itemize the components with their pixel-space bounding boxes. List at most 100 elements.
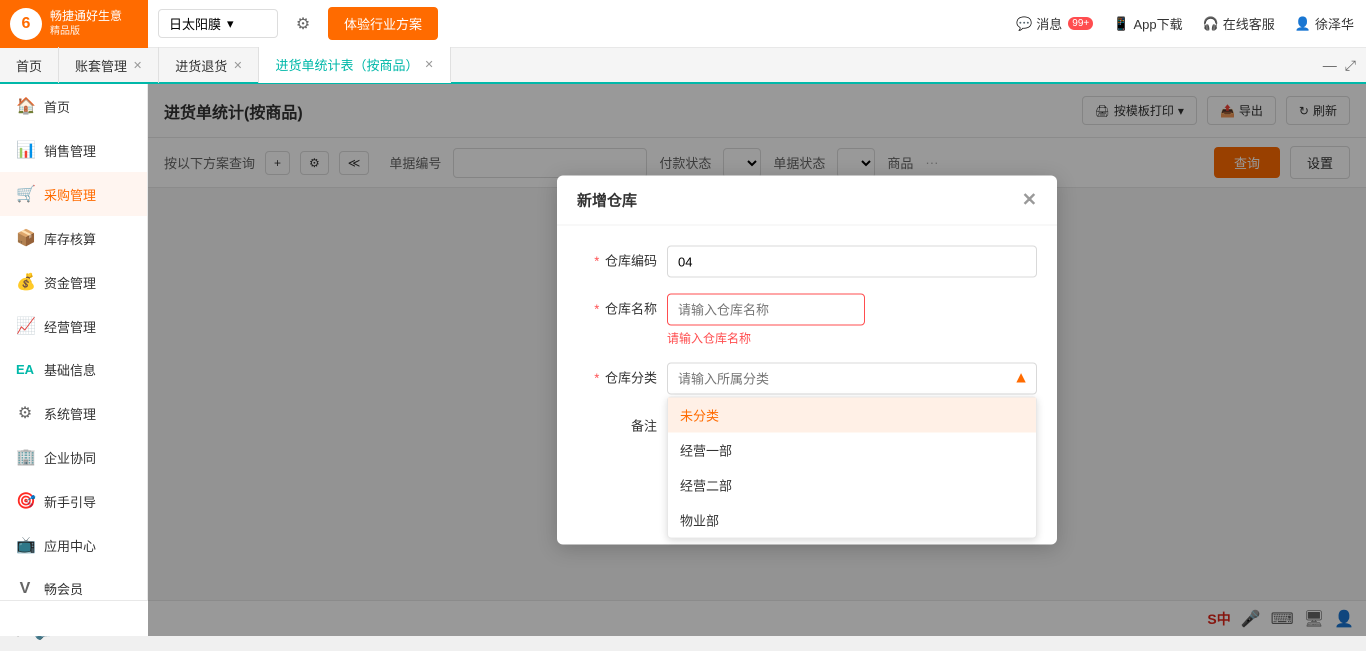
sidebar-item-home-label: 首页 [44, 97, 70, 116]
sidebar-item-app-center-label: 应用中心 [44, 536, 96, 555]
tab-home-label: 首页 [16, 56, 42, 75]
tab-purchase-return-label: 进货退货 [175, 56, 227, 75]
headset-icon: 🎧 [1203, 16, 1219, 32]
warehouse-code-input[interactable] [667, 246, 1037, 278]
finance-icon: 💰 [16, 272, 34, 292]
tab-bar-actions: — ⤢ [1323, 57, 1366, 74]
category-select-wrapper: ▲ 未分类 经营一部 经营二部 物业部 [667, 363, 1037, 395]
note-label: 备注 [577, 411, 657, 443]
name-label: * 仓库名称 [577, 294, 657, 326]
inventory-icon: 📦 [16, 228, 34, 248]
basic-info-icon: EA [16, 362, 34, 377]
dialog-title: 新增仓库 [577, 190, 637, 211]
sidebar-item-guide-label: 新手引导 [44, 492, 96, 511]
membership-icon: V [16, 580, 34, 598]
dropdown-item-dept2[interactable]: 经营二部 [668, 468, 1036, 503]
store-name: 日太阳膜 [169, 14, 221, 33]
tab-home[interactable]: 首页 [0, 47, 59, 83]
message-button[interactable]: 💬 消息 99+ [1016, 14, 1093, 33]
sales-icon: 📊 [16, 140, 34, 160]
phone-icon: 📱 [1113, 16, 1129, 32]
sidebar-item-operations[interactable]: 📈 经营管理 [0, 304, 147, 348]
tab-purchase-return[interactable]: 进货退货 ✕ [159, 47, 259, 83]
dropdown-item-uncategorized[interactable]: 未分类 [668, 398, 1036, 433]
message-icon: 💬 [1016, 16, 1032, 32]
name-field-row: * 仓库名称 [577, 294, 865, 326]
sidebar-item-operations-label: 经营管理 [44, 317, 96, 336]
tab-purchase-stats[interactable]: 进货单统计表（按商品） ✕ [259, 47, 450, 83]
code-form-row: * 仓库编码 [577, 246, 1037, 278]
dialog-body: * 仓库编码 * 仓库名称 请输入仓库名称 [557, 226, 1057, 479]
restore-icon[interactable]: ⤢ [1345, 57, 1356, 74]
operations-icon: 📈 [16, 316, 34, 336]
user-profile-button[interactable]: 👤 徐泽华 [1295, 14, 1354, 33]
category-dropdown: 未分类 经营一部 经营二部 物业部 [667, 397, 1037, 539]
sidebar-item-home[interactable]: 🏠 首页 [0, 84, 147, 128]
category-input[interactable] [667, 363, 1037, 395]
sidebar: 🏠 首页 📊 销售管理 🛒 采购管理 📦 库存核算 💰 资金管理 📈 经营管理 … [0, 84, 148, 636]
header-right: 💬 消息 99+ 📱 App下载 🎧 在线客服 👤 徐泽华 [1016, 14, 1354, 33]
online-service-button[interactable]: 🎧 在线客服 [1203, 14, 1275, 33]
name-error-message: 请输入仓库名称 [667, 332, 751, 346]
top-header: 6 畅捷通好生意 精品版 日太阳膜 ▾ ⚙ 体验行业方案 💬 消息 99+ 📱 … [0, 0, 1366, 48]
logo-main-text: 畅捷通好生意 [50, 9, 122, 25]
category-form-row: * 仓库分类 ▲ 未分类 经营一部 经营二部 物业部 [577, 363, 1037, 395]
content-area: 进货单统计(按商品) 🖨 按模板打印 ▾ 📤 导出 ↻ 刷新 按以下方案查询 [148, 84, 1366, 636]
sidebar-item-finance[interactable]: 💰 资金管理 [0, 260, 147, 304]
sidebar-item-basic-info[interactable]: EA 基础信息 [0, 348, 147, 391]
sidebar-item-guide[interactable]: 🎯 新手引导 [0, 479, 147, 523]
name-required-mark: * [594, 302, 599, 317]
settings-button[interactable]: ⚙ [288, 9, 318, 39]
store-selector[interactable]: 日太阳膜 ▾ [158, 9, 278, 38]
add-warehouse-dialog: 新增仓库 ✕ * 仓库编码 * 仓库名称 [557, 176, 1057, 545]
sidebar-item-app-center[interactable]: 📺 应用中心 [0, 523, 147, 567]
app-download-button[interactable]: 📱 App下载 [1113, 14, 1182, 33]
dropdown-item-property[interactable]: 物业部 [668, 503, 1036, 538]
category-required-mark: * [594, 371, 599, 386]
main-layout: 🏠 首页 📊 销售管理 🛒 采购管理 📦 库存核算 💰 资金管理 📈 经营管理 … [0, 84, 1366, 636]
message-label: 消息 [1036, 14, 1062, 33]
sidebar-item-sales-label: 销售管理 [44, 141, 96, 160]
name-error-area: 请输入仓库名称 [667, 330, 751, 347]
sidebar-item-membership-label: 畅会员 [44, 579, 83, 598]
sidebar-item-purchase-label: 采购管理 [44, 185, 96, 204]
online-service-label: 在线客服 [1223, 14, 1275, 33]
trial-button[interactable]: 体验行业方案 [328, 7, 438, 40]
enterprise-icon: 🏢 [16, 447, 34, 467]
tab-purchase-stats-close[interactable]: ✕ [425, 58, 434, 71]
sidebar-item-system[interactable]: ⚙ 系统管理 [0, 391, 147, 435]
minimize-icon[interactable]: — [1323, 57, 1337, 73]
purchase-icon: 🛒 [16, 184, 34, 204]
name-form-row: * 仓库名称 请输入仓库名称 [577, 294, 1037, 347]
guide-icon: 🎯 [16, 491, 34, 511]
tab-purchase-return-close[interactable]: ✕ [233, 59, 242, 72]
dialog-close-button[interactable]: ✕ [1022, 190, 1037, 211]
tab-accounts-label: 账套管理 [75, 56, 127, 75]
message-badge: 99+ [1068, 17, 1093, 30]
tab-accounts[interactable]: 账套管理 ✕ [59, 47, 159, 83]
logo-area: 6 畅捷通好生意 精品版 [0, 0, 148, 48]
home-icon: 🏠 [16, 96, 34, 116]
logo-sub-text: 精品版 [50, 25, 122, 38]
tab-accounts-close[interactable]: ✕ [133, 59, 142, 72]
sidebar-item-enterprise-label: 企业协同 [44, 448, 96, 467]
sidebar-item-purchase[interactable]: 🛒 采购管理 [0, 172, 147, 216]
sidebar-item-inventory[interactable]: 📦 库存核算 [0, 216, 147, 260]
app-download-label: App下载 [1133, 14, 1182, 33]
tab-purchase-stats-label: 进货单统计表（按商品） [275, 55, 418, 74]
sidebar-item-system-label: 系统管理 [44, 404, 96, 423]
sidebar-item-finance-label: 资金管理 [44, 273, 96, 292]
tab-bar: 首页 账套管理 ✕ 进货退货 ✕ 进货单统计表（按商品） ✕ — ⤢ [0, 48, 1366, 84]
sidebar-item-sales[interactable]: 📊 销售管理 [0, 128, 147, 172]
warehouse-name-input[interactable] [667, 294, 865, 326]
logo-icon: 6 [10, 8, 42, 40]
sidebar-item-inventory-label: 库存核算 [44, 229, 96, 248]
dropdown-item-dept1[interactable]: 经营一部 [668, 433, 1036, 468]
user-avatar-icon: 👤 [1295, 16, 1311, 32]
app-center-icon: 📺 [16, 535, 34, 555]
dialog-header: 新增仓库 ✕ [557, 176, 1057, 226]
category-label: * 仓库分类 [577, 363, 657, 395]
sidebar-item-enterprise[interactable]: 🏢 企业协同 [0, 435, 147, 479]
code-required-mark: * [594, 254, 599, 269]
code-label: * 仓库编码 [577, 246, 657, 278]
